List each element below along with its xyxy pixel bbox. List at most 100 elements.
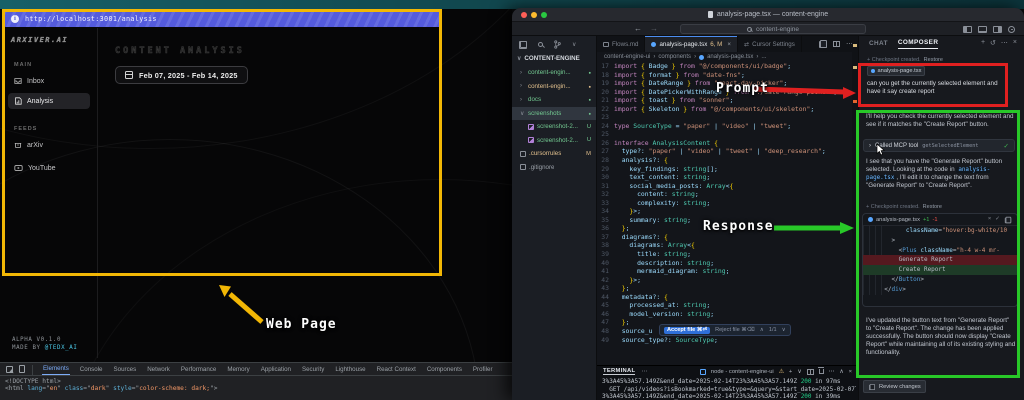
explorer-item[interactable]: › docs ● (512, 93, 596, 107)
toggle-panel-icon[interactable] (978, 25, 987, 33)
back-arrow-icon[interactable]: ← (634, 24, 642, 33)
accept-file-button[interactable]: Accept file ⌘⏎ (664, 326, 711, 334)
chevron-down-icon[interactable]: ∨ (572, 41, 576, 48)
devtools-tab-profiler[interactable]: Profiler (472, 364, 494, 376)
explorer-item[interactable]: .cursorrules M (512, 147, 596, 161)
toggle-primary-sidebar-icon[interactable] (963, 25, 972, 33)
devtools-tab-lighthouse[interactable]: Lighthouse (334, 364, 366, 376)
diff-card-header[interactable]: analysis-page.tsx +1 -1 × ✓ (863, 214, 1017, 226)
editor-tab-cursor-settings[interactable]: ⇄ Cursor Settings (738, 36, 802, 52)
dom-html-element[interactable]: <html lang="en" class="dark" style="colo… (5, 385, 507, 392)
sidebar-item-youtube[interactable]: YouTube (8, 160, 90, 176)
terminal-dropdown-icon[interactable]: ∨ (797, 369, 801, 375)
line-number: 20 (601, 87, 609, 96)
devtools-tab-sources[interactable]: Sources (113, 364, 138, 376)
breadcrumb-item[interactable]: analysis-page.tsx (707, 54, 753, 60)
credit-handle[interactable]: @TEDX_AI (45, 345, 78, 351)
new-chat-icon[interactable]: + (981, 39, 985, 47)
device-toolbar-icon[interactable] (19, 365, 25, 373)
restore-link[interactable]: Restore (923, 204, 942, 210)
close-icon[interactable]: × (727, 41, 731, 48)
nav-section-feeds: FEEDS (14, 126, 38, 132)
explorer-item[interactable]: screenshot-2... U (512, 120, 596, 134)
explorer-root-folder[interactable]: ∨ CONTENT-ENGINE (517, 55, 580, 62)
maximize-panel-icon[interactable]: ∧ (839, 369, 843, 375)
tool-call-row[interactable]: › Called MCP tool getSelectedElement ✓ (863, 139, 1015, 152)
editor-tabbar: Flows.md analysis-page.tsx 6, M × ⇄ Cursor Se… (597, 36, 858, 52)
more-icon[interactable]: ⋯ (1001, 39, 1008, 47)
explorer-item[interactable]: › content-engin... ● (512, 66, 596, 80)
date-range-button[interactable]: Feb 07, 2025 - Feb 14, 2025 (115, 66, 248, 84)
terminal-more-icon[interactable]: ⋯ (641, 369, 647, 375)
search-icon[interactable] (538, 42, 543, 47)
command-center-search[interactable]: content-engine (680, 24, 866, 34)
devtools-tab-performance[interactable]: Performance (180, 364, 217, 376)
devtools-tab-memory[interactable]: Memory (226, 364, 250, 376)
devtools-tab-console[interactable]: Console (79, 364, 104, 376)
forward-arrow-icon[interactable]: → (650, 24, 658, 33)
close-panel-icon[interactable]: × (849, 369, 852, 375)
editor-tab-flows-md[interactable]: Flows.md (597, 36, 646, 52)
tab-chat[interactable]: CHAT (869, 40, 888, 47)
chevron-icon: › (520, 69, 522, 76)
terminal-controls: node - content-engine-ui ⚠ + ∨ ⋯ ∧ × (699, 367, 852, 375)
reject-file-button[interactable]: Reject file ⌘⌫ (715, 327, 755, 333)
ai-chat-panel: CHAT COMPOSER + ↺ ⋯ × + Checkpoint creat… (858, 36, 1024, 400)
customize-layout-icon[interactable] (1008, 25, 1015, 33)
breadcrumb-item[interactable]: content-engine-ui (604, 54, 650, 60)
app-footer: ALPHA V0.1.0 MADE BY @TEDX_AI (12, 336, 77, 352)
devtools-tab-react-context[interactable]: React Context (376, 364, 417, 376)
devtools-dom-tree[interactable]: <!DOCTYPE html> <html lang="en" class="da… (0, 376, 512, 393)
info-icon: i (11, 14, 19, 23)
history-icon[interactable]: ↺ (990, 39, 996, 47)
close-icon[interactable]: × (1013, 39, 1017, 47)
code-text: description: string; (614, 258, 715, 267)
tab-composer[interactable]: COMPOSER (897, 39, 939, 49)
devtools-tab-security[interactable]: Security (301, 364, 325, 376)
next-change-icon[interactable]: ∨ (782, 327, 786, 333)
reject-icon[interactable]: × (988, 216, 991, 224)
explorer-item[interactable]: › content-engin... ● (512, 80, 596, 94)
editor-tab-analysis-page-tsx[interactable]: analysis-page.tsx 6, M × (645, 36, 738, 52)
open-changes-icon[interactable] (819, 40, 827, 48)
explorer-item[interactable]: .gitignore (512, 161, 596, 175)
explorer-item[interactable]: ∨ screenshots ● (512, 106, 596, 120)
terminal-output[interactable]: 3%3A45%3A57.149Z&end_date=2025-02-14T23%… (602, 378, 856, 400)
toggle-secondary-sidebar-icon[interactable] (993, 25, 1002, 33)
accept-icon[interactable]: ✓ (995, 216, 1000, 224)
code-text: }; (621, 318, 630, 327)
devtools-tab-network[interactable]: Network (146, 364, 171, 376)
line-number: 36 (601, 224, 609, 233)
inspect-element-icon[interactable] (6, 365, 13, 373)
terminal-overflow-icon[interactable]: ⋯ (829, 369, 835, 375)
copy-icon[interactable] (1004, 216, 1012, 223)
calendar-icon (125, 71, 133, 79)
kill-terminal-icon[interactable] (818, 367, 825, 375)
prev-change-icon[interactable]: ∧ (760, 327, 764, 333)
code-text: metadata?: { (614, 292, 668, 301)
sidebar-item-arxiv[interactable]: arXiv (8, 137, 90, 153)
new-terminal-icon[interactable]: + (789, 369, 792, 375)
breadcrumb[interactable]: content-engine-ui › components › analysis-pa… (604, 54, 766, 60)
devtools-tab-elements[interactable]: Elements (42, 363, 70, 375)
code-area[interactable]: 17 import { Badge } from "@/components/ui… (597, 62, 858, 365)
context-chip[interactable]: analysis-page.tsx (867, 66, 926, 76)
terminal-session-label[interactable]: node - content-engine-ui (711, 369, 774, 375)
breadcrumb-item[interactable]: components (658, 54, 691, 60)
diff-code[interactable]: className="hover:bg-white/10 > <Plus cla… (863, 226, 1017, 295)
devtools-tab-application[interactable]: Application (260, 364, 292, 376)
sidebar-item-analysis[interactable]: Analysis (8, 93, 90, 109)
restore-link[interactable]: Restore (924, 57, 943, 63)
split-terminal-icon[interactable] (806, 368, 814, 375)
review-changes-button[interactable]: Review changes (863, 380, 926, 393)
terminal-tab[interactable]: TERMINAL (603, 368, 636, 376)
devtools-tab-components[interactable]: Components (426, 364, 463, 376)
breadcrumb-item[interactable]: ... (761, 54, 766, 60)
explorer-icon[interactable] (519, 40, 527, 49)
window-titlebar[interactable]: analysis-page.tsx — content-engine (512, 8, 1024, 22)
split-editor-icon[interactable] (833, 41, 840, 47)
explorer-item[interactable]: screenshot-2... U (512, 134, 596, 148)
source-control-icon[interactable] (554, 40, 561, 49)
sidebar-item-inbox[interactable]: Inbox (8, 73, 90, 89)
browser-url-bar[interactable]: i http://localhost:3001/analysis (4, 10, 442, 27)
